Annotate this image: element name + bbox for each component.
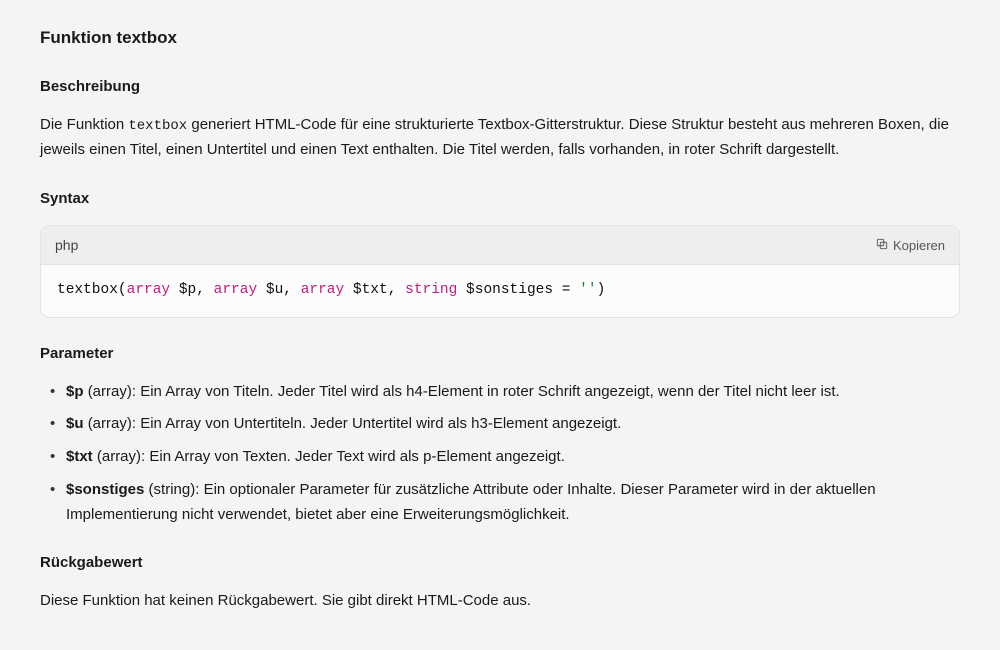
param-name: $u (66, 415, 84, 432)
copy-label: Kopieren (893, 238, 945, 253)
param-name: $txt (66, 448, 93, 465)
code-seg: $p, (170, 282, 214, 298)
code-seg: $sonstiges = (457, 282, 579, 298)
parameter-list: $p (array): Ein Array von Titeln. Jeder … (40, 380, 960, 528)
code-seg: $txt, (344, 282, 405, 298)
param-name: $sonstiges (66, 481, 144, 498)
param-desc: Ein Array von Untertiteln. Jeder Unterti… (140, 415, 621, 432)
beschreibung-text: Die Funktion textbox generiert HTML-Code… (40, 113, 960, 163)
copy-icon (875, 237, 889, 254)
list-item: $p (array): Ein Array von Titeln. Jeder … (48, 380, 960, 405)
code-close: ) (597, 282, 606, 298)
section-heading-syntax: Syntax (40, 187, 960, 211)
param-desc: Ein Array von Titeln. Jeder Titel wird a… (140, 383, 840, 400)
param-type-text: (array): (88, 415, 141, 432)
list-item: $txt (array): Ein Array von Texten. Jede… (48, 445, 960, 470)
section-heading-beschreibung: Beschreibung (40, 75, 960, 99)
list-item: $sonstiges (string): Ein optionaler Para… (48, 478, 960, 528)
code-kw: string (405, 282, 457, 298)
code-kw: array (301, 282, 345, 298)
section-heading-rueckgabe: Rückgabewert (40, 551, 960, 575)
section-heading-parameter: Parameter (40, 342, 960, 366)
code-seg: $u, (257, 282, 301, 298)
list-item: $u (array): Ein Array von Untertiteln. J… (48, 412, 960, 437)
rueckgabe-text: Diese Funktion hat keinen Rückgabewert. … (40, 589, 960, 614)
text-pre: Die Funktion (40, 116, 128, 133)
param-type-text: (array): (97, 448, 150, 465)
param-desc: Ein Array von Texten. Jeder Text wird al… (149, 448, 565, 465)
code-header: php Kopieren (41, 226, 959, 265)
code-body: textbox(array $p, array $u, array $txt, … (41, 265, 959, 316)
param-type-text: (string): (149, 481, 204, 498)
code-kw: array (214, 282, 258, 298)
param-type-text: (array): (88, 383, 141, 400)
page-title: Funktion textbox (40, 24, 960, 51)
param-name: $p (66, 383, 84, 400)
code-fn: textbox( (57, 282, 127, 298)
code-block: php Kopieren textbox(array $p, array $u,… (40, 225, 960, 318)
copy-button[interactable]: Kopieren (875, 237, 945, 254)
code-lang-label: php (55, 234, 78, 256)
code-str: '' (579, 282, 596, 298)
inline-code-textbox: textbox (128, 118, 187, 134)
code-kw: array (127, 282, 171, 298)
